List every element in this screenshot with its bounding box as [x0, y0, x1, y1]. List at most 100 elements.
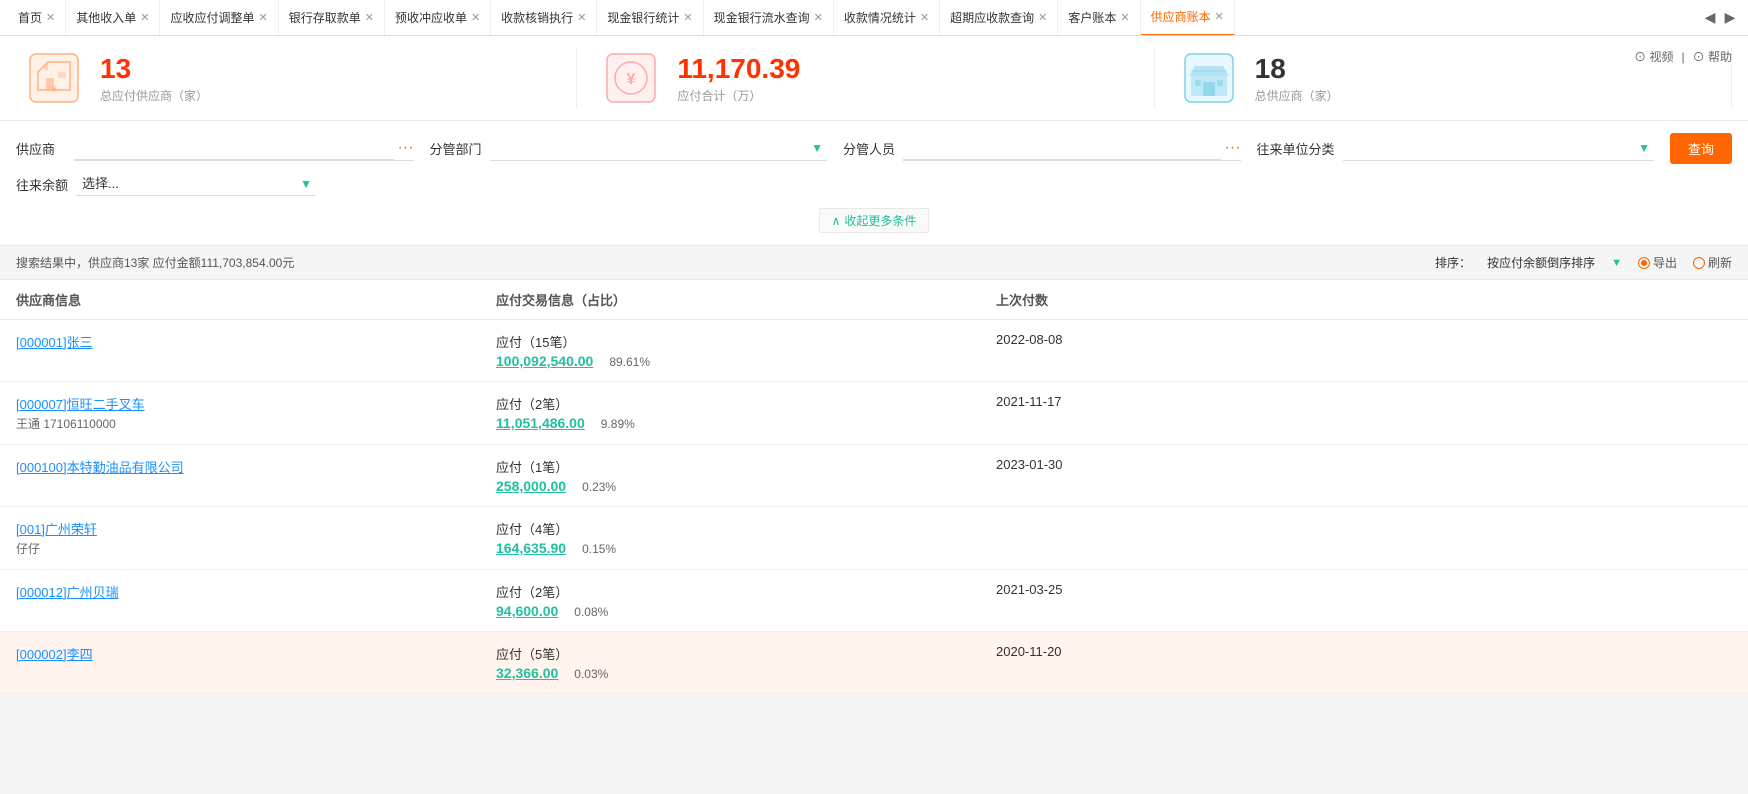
tx-amount[interactable]: 11,051,486.00 — [496, 415, 585, 431]
svg-text:¥: ¥ — [50, 84, 57, 95]
last-pay-cell: 2023-01-30 — [996, 457, 1732, 472]
tx-percent: 0.08% — [574, 605, 608, 619]
dept-field: 分管部门 ▼ — [430, 137, 828, 161]
supplier-icon: ¥ — [24, 48, 84, 108]
refresh-button[interactable]: 刷新 — [1693, 254, 1732, 271]
supplier-link[interactable]: [000012]广州贝瑞 — [16, 582, 496, 601]
close-icon[interactable]: ✕ — [140, 11, 149, 24]
table-body: [000001]张三 应付（15笔） 100,092,540.00 89.61%… — [0, 320, 1748, 694]
nav-tab-other-income[interactable]: 其他收入单 ✕ — [66, 0, 160, 36]
table-row: [000002]李四 应付（5笔） 32,366.00 0.03% 2020-1… — [0, 632, 1748, 694]
tx-row: 258,000.00 0.23% — [496, 478, 996, 494]
transaction-info-cell: 应付（15笔） 100,092,540.00 89.61% — [496, 332, 996, 369]
payable-suppliers-label: 总应付供应商（家） — [100, 87, 208, 104]
nav-tab-payment-verify[interactable]: 收款核销执行 ✕ — [491, 0, 597, 36]
export-button[interactable]: 导出 — [1638, 254, 1677, 271]
nav-tab-supplier-ledger[interactable]: 供应商账本 ✕ — [1141, 0, 1235, 36]
help-link[interactable]: ⊙ 帮助 — [1693, 48, 1732, 65]
close-icon[interactable]: ✕ — [365, 11, 374, 24]
nav-tab-overdue-ar[interactable]: 超期应收款查询 ✕ — [940, 0, 1058, 36]
nav-tab-home[interactable]: 首页 ✕ — [8, 0, 66, 36]
nav-arrow-left[interactable]: ◀ — [1700, 0, 1720, 36]
shop-icon — [1179, 48, 1239, 108]
table-row: [000001]张三 应付（15笔） 100,092,540.00 89.61%… — [0, 320, 1748, 382]
close-icon[interactable]: ✕ — [258, 11, 267, 24]
supplier-input[interactable] — [74, 136, 394, 160]
tx-row: 100,092,540.00 89.61% — [496, 353, 996, 369]
collapse-button[interactable]: ∧ 收起更多条件 — [819, 208, 930, 233]
supplier-link[interactable]: [000007]恒旺二手叉车 — [16, 394, 496, 413]
tx-amount[interactable]: 100,092,540.00 — [496, 353, 593, 369]
tx-amount[interactable]: 32,366.00 — [496, 665, 558, 681]
video-link[interactable]: ⊙ 视频 — [1634, 48, 1673, 65]
supplier-link[interactable]: [001]广州荣轩 — [16, 519, 496, 538]
top-navigation: 首页 ✕ 其他收入单 ✕ 应收应付调整单 ✕ 银行存取款单 ✕ 预收冲应收单 ✕… — [0, 0, 1748, 36]
supplier-link[interactable]: [000002]李四 — [16, 644, 496, 663]
tx-amount[interactable]: 258,000.00 — [496, 478, 566, 494]
search-row-2: 往来余额 选择... ▼ — [16, 172, 1732, 196]
tx-percent: 89.61% — [609, 355, 650, 369]
close-icon[interactable]: ✕ — [1215, 10, 1224, 23]
export-radio-icon — [1638, 257, 1650, 269]
tx-label: 应付（5笔） — [496, 644, 996, 663]
tx-amount[interactable]: 94,600.00 — [496, 603, 558, 619]
close-icon[interactable]: ✕ — [46, 11, 55, 24]
collapse-bar: ∧ 收起更多条件 — [16, 204, 1732, 237]
supplier-picker-icon[interactable]: ··· — [398, 139, 414, 157]
person-input[interactable] — [903, 136, 1221, 160]
category-select[interactable] — [1343, 137, 1654, 160]
close-icon[interactable]: ✕ — [1038, 11, 1047, 24]
nav-tab-cash-flow-query[interactable]: 现金银行流水查询 ✕ — [704, 0, 834, 36]
person-picker-icon[interactable]: ··· — [1225, 139, 1241, 157]
person-field: 分管人员 ··· — [843, 136, 1241, 161]
main-table: 供应商信息 应付交易信息（占比） 上次付数 [000001]张三 应付（15笔）… — [0, 280, 1748, 694]
stats-bar: ¥ 13 总应付供应商（家） ¥ 11,170.39 应付合计（万） — [0, 36, 1748, 121]
payable-amount-label: 应付合计（万） — [677, 87, 800, 104]
last-pay-cell: 2021-11-17 — [996, 394, 1732, 409]
table-row: [000012]广州贝瑞 应付（2笔） 94,600.00 0.08% 2021… — [0, 570, 1748, 632]
transaction-info-cell: 应付（1笔） 258,000.00 0.23% — [496, 457, 996, 494]
transaction-info-cell: 应付（2笔） 11,051,486.00 9.89% — [496, 394, 996, 431]
supplier-info-cell: [000001]张三 — [16, 332, 496, 351]
balance-select[interactable]: 选择... — [76, 172, 316, 195]
close-icon[interactable]: ✕ — [577, 11, 586, 24]
close-icon[interactable]: ✕ — [1120, 11, 1129, 24]
nav-tab-collection-stat[interactable]: 收款情况统计 ✕ — [834, 0, 940, 36]
tx-amount[interactable]: 164,635.90 — [496, 540, 566, 556]
nav-tab-prepay-ar[interactable]: 预收冲应收单 ✕ — [385, 0, 491, 36]
table-row: [001]广州荣轩 仔仔 应付（4笔） 164,635.90 0.15% — [0, 507, 1748, 570]
close-icon[interactable]: ✕ — [814, 11, 823, 24]
nav-arrow-right[interactable]: ▶ — [1720, 0, 1740, 36]
supplier-info-cell: [000100]本特勤油品有限公司 — [16, 457, 496, 476]
nav-tab-bank-deposit[interactable]: 银行存取款单 ✕ — [279, 0, 385, 36]
tx-row: 11,051,486.00 9.89% — [496, 415, 996, 431]
sort-dropdown-arrow[interactable]: ▼ — [1611, 257, 1622, 269]
last-pay-date: 2021-11-17 — [996, 394, 1062, 409]
supplier-info-cell: [001]广州荣轩 仔仔 — [16, 519, 496, 557]
category-field: 往来单位分类 ▼ — [1257, 137, 1655, 161]
results-bar: 搜索结果中，供应商13家 应付金额111,703,854.00元 排序： 按应付… — [0, 246, 1748, 280]
results-actions: 排序： 按应付余额倒序排序 ▼ 导出 刷新 — [1435, 254, 1732, 271]
col-header-supplier: 供应商信息 — [16, 290, 496, 309]
tx-row: 94,600.00 0.08% — [496, 603, 996, 619]
tx-percent: 0.03% — [574, 667, 608, 681]
close-icon[interactable]: ✕ — [683, 11, 692, 24]
category-label: 往来单位分类 — [1257, 139, 1335, 158]
supplier-link[interactable]: [000001]张三 — [16, 332, 496, 351]
search-button[interactable]: 查询 — [1670, 133, 1732, 164]
stat-card-payable-suppliers: ¥ 13 总应付供应商（家） — [16, 48, 577, 108]
supplier-contact: 王通 17106110000 — [16, 415, 496, 432]
results-summary: 搜索结果中，供应商13家 应付金额111,703,854.00元 — [16, 254, 294, 271]
close-icon[interactable]: ✕ — [920, 11, 929, 24]
supplier-link[interactable]: [000100]本特勤油品有限公司 — [16, 457, 496, 476]
nav-scroll-arrows: ◀ ▶ — [1700, 0, 1740, 36]
dept-select[interactable] — [490, 137, 827, 160]
supplier-info-cell: [000012]广州贝瑞 — [16, 582, 496, 601]
nav-tab-ar-ap-adjust[interactable]: 应收应付调整单 ✕ — [160, 0, 278, 36]
nav-tab-cash-bank-stat[interactable]: 现金银行统计 ✕ — [597, 0, 703, 36]
tx-percent: 0.23% — [582, 480, 616, 494]
nav-tab-customer-ledger[interactable]: 客户账本 ✕ — [1058, 0, 1140, 36]
close-icon[interactable]: ✕ — [471, 11, 480, 24]
supplier-info-cell: [000007]恒旺二手叉车 王通 17106110000 — [16, 394, 496, 432]
supplier-contact: 仔仔 — [16, 540, 496, 557]
